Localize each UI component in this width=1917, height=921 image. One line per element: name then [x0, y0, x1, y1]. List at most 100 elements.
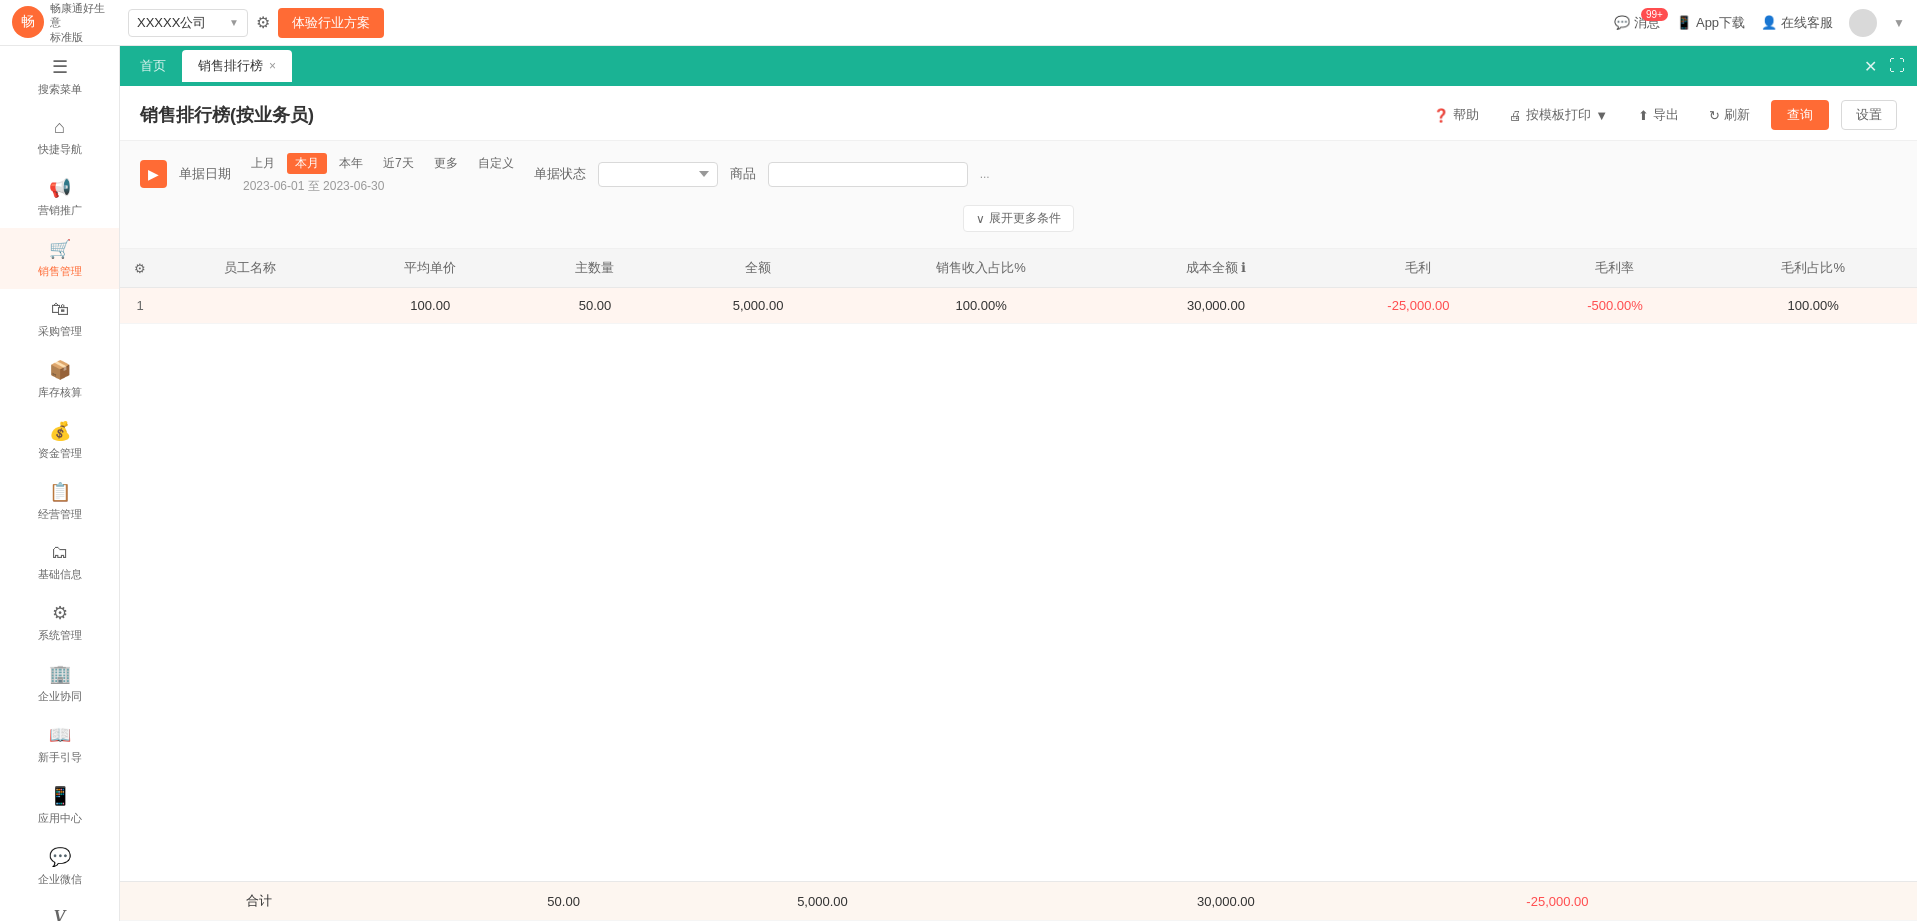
query-button[interactable]: 查询 — [1771, 100, 1829, 130]
date-tab-last-month[interactable]: 上月 — [243, 153, 283, 174]
content-area: 首页 销售排行榜 × ✕ ⛶ 销售排行榜(按业务员) — [120, 46, 1917, 921]
tab-bar: 首页 销售排行榜 × ✕ ⛶ — [120, 46, 1917, 86]
table-footer: 合计 50.00 5,000.00 30,000.00 -25,000.00 — [120, 881, 1917, 921]
inventory-icon: 📦 — [49, 359, 71, 381]
page-header: 销售排行榜(按业务员) ❓ 帮助 🖨 按模板打印 ▼ ⬆ — [120, 86, 1917, 141]
system-icon: ⚙ — [52, 602, 68, 624]
goods-input[interactable] — [768, 162, 968, 187]
apps-icon: 📱 — [49, 785, 71, 807]
goods-label: 商品 — [730, 165, 756, 183]
data-table: ⚙ 员工名称 平均单价 主数量 全额 销售收入占比% 成本全额 ℹ 毛利 毛利率… — [120, 249, 1917, 324]
footer-gross-rate — [1728, 882, 1823, 921]
footer-table: 合计 50.00 5,000.00 30,000.00 -25,000.00 — [120, 882, 1917, 921]
online-service-button[interactable]: 👤 在线客服 — [1761, 14, 1833, 32]
date-tab-this-month[interactable]: 本月 — [287, 153, 327, 174]
col-avg-price: 平均单价 — [340, 249, 520, 288]
sidebar-item-guide[interactable]: 📖 新手引导 — [0, 714, 119, 775]
footer-gross: -25,000.00 — [1387, 882, 1727, 921]
status-select[interactable] — [598, 162, 718, 187]
finance-icon: 💰 — [49, 420, 71, 442]
sidebar: ☰ 搜索菜单 ⌂ 快捷导航 📢 营销推广 🛒 销售管理 🛍 采购管理 📦 库 — [0, 46, 120, 921]
sidebar-item-purchase[interactable]: 🛍 采购管理 — [0, 289, 119, 349]
filter-row-1: ▶ 单据日期 上月 本月 本年 近7天 更多 自定义 — [140, 153, 1897, 195]
filter-area: ▶ 单据日期 上月 本月 本年 近7天 更多 自定义 — [120, 141, 1917, 249]
table-row: 1 100.00 50.00 5,000.00 100.00% 30,000.0… — [120, 288, 1917, 324]
col-settings[interactable]: ⚙ — [120, 249, 160, 288]
expand-row: ∨ 展开更多条件 — [140, 195, 1897, 236]
footer-gross-ratio — [1822, 882, 1917, 921]
cell-gross: -25,000.00 — [1316, 288, 1520, 324]
col-gross: 毛利 — [1316, 249, 1520, 288]
guide-icon: 📖 — [49, 724, 71, 746]
table-header-row: ⚙ 员工名称 平均单价 主数量 全额 销售收入占比% 成本全额 ℹ 毛利 毛利率… — [120, 249, 1917, 288]
help-icon: ❓ — [1433, 108, 1449, 123]
tab-home[interactable]: 首页 — [124, 50, 182, 82]
trial-button[interactable]: 体验行业方案 — [278, 8, 384, 38]
footer-settings-cell — [120, 882, 160, 921]
col-cost-amount: 成本全额 ℹ — [1116, 249, 1317, 288]
col-gross-rate: 毛利率 — [1521, 249, 1710, 288]
setting-button[interactable]: 设置 — [1841, 100, 1897, 130]
date-tabs: 上月 本月 本年 近7天 更多 自定义 — [243, 153, 522, 174]
brand-text: 畅康通好生意 标准版 — [50, 1, 112, 44]
main-area: ☰ 搜索菜单 ⌂ 快捷导航 📢 营销推广 🛒 销售管理 🛍 采购管理 📦 库 — [0, 46, 1917, 921]
date-tab-more[interactable]: 更多 — [426, 153, 466, 174]
status-label: 单据状态 — [534, 165, 586, 183]
page-title: 销售排行榜(按业务员) — [140, 103, 314, 127]
sidebar-item-apps[interactable]: 📱 应用中心 — [0, 775, 119, 836]
close-window-icon[interactable]: ✕ — [1864, 57, 1877, 76]
refresh-button[interactable]: ↻ 刷新 — [1700, 101, 1759, 129]
date-range: 2023-06-01 至 2023-06-30 — [243, 178, 522, 195]
expand-conditions-button[interactable]: ∨ 展开更多条件 — [963, 205, 1074, 232]
sidebar-item-label: 营销推广 — [38, 203, 82, 218]
page-content: 销售排行榜(按业务员) ❓ 帮助 🖨 按模板打印 ▼ ⬆ — [120, 86, 1917, 921]
sidebar-item-basics[interactable]: 🗂 基础信息 — [0, 532, 119, 592]
sidebar-item-operations[interactable]: 📋 经营管理 — [0, 471, 119, 532]
maximize-icon[interactable]: ⛶ — [1889, 57, 1905, 75]
sidebar-item-label: 新手引导 — [38, 750, 82, 765]
col-name: 员工名称 — [160, 249, 340, 288]
sidebar-item-wechat[interactable]: 💬 企业微信 — [0, 836, 119, 897]
message-badge: 99+ — [1641, 8, 1668, 21]
settings-icon-btn[interactable]: ⚙ — [256, 13, 270, 32]
col-gross-ratio: 毛利占比% — [1709, 249, 1917, 288]
download-icon: 📱 — [1676, 15, 1692, 30]
brand-logo: 畅 — [12, 6, 44, 38]
marketing-icon: 📢 — [49, 177, 71, 199]
sidebar-item-sales[interactable]: 🛒 销售管理 — [0, 228, 119, 289]
sidebar-item-label: 应用中心 — [38, 811, 82, 826]
export-button[interactable]: ⬆ 导出 — [1629, 101, 1688, 129]
help-button[interactable]: ❓ 帮助 — [1424, 101, 1488, 129]
date-tab-custom[interactable]: 自定义 — [470, 153, 522, 174]
sidebar-item-inventory[interactable]: 📦 库存核算 — [0, 349, 119, 410]
sidebar-item-system[interactable]: ⚙ 系统管理 — [0, 592, 119, 653]
footer-cost-amount: 30,000.00 — [1064, 882, 1387, 921]
app-download-button[interactable]: 📱 App下载 — [1676, 14, 1745, 32]
date-tab-7days[interactable]: 近7天 — [375, 153, 422, 174]
cell-amount: 5,000.00 — [670, 288, 847, 324]
cell-main-qty: 50.00 — [520, 288, 669, 324]
tab-sales-ranking[interactable]: 销售排行榜 × — [182, 50, 292, 82]
sidebar-item-finance[interactable]: 💰 资金管理 — [0, 410, 119, 471]
sidebar-item-quick-nav[interactable]: ⌂ 快捷导航 — [0, 107, 119, 167]
sidebar-item-search-orders[interactable]: ☰ 搜索菜单 — [0, 46, 119, 107]
expand-arrow-button[interactable]: ▶ — [140, 160, 167, 188]
sidebar-item-enterprise[interactable]: 🏢 企业协同 — [0, 653, 119, 714]
print-button[interactable]: 🖨 按模板打印 ▼ — [1500, 101, 1617, 129]
footer-label: 合计 — [160, 882, 357, 921]
company-name: XXXXX公司 — [137, 14, 225, 32]
company-selector[interactable]: XXXXX公司 ▼ — [128, 9, 248, 37]
sidebar-item-marketing[interactable]: 📢 营销推广 — [0, 167, 119, 228]
more-options-link[interactable]: ... — [980, 167, 990, 181]
message-button[interactable]: 💬 消息 99+ — [1614, 14, 1660, 32]
top-bar: 畅 畅康通好生意 标准版 XXXXX公司 ▼ ⚙ 体验行业方案 💬 消息 99+… — [0, 0, 1917, 46]
date-tab-this-year[interactable]: 本年 — [331, 153, 371, 174]
sidebar-item-label: 快捷导航 — [38, 142, 82, 157]
operations-icon: 📋 — [49, 481, 71, 503]
tab-close-icon[interactable]: × — [269, 59, 276, 73]
sidebar-item-member[interactable]: V 畅会员 — [0, 897, 119, 921]
footer-row: 合计 50.00 5,000.00 30,000.00 -25,000.00 — [120, 882, 1917, 921]
sidebar-item-label: 基础信息 — [38, 567, 82, 582]
cell-sales-ratio: 100.00% — [847, 288, 1116, 324]
user-avatar[interactable] — [1849, 9, 1877, 37]
